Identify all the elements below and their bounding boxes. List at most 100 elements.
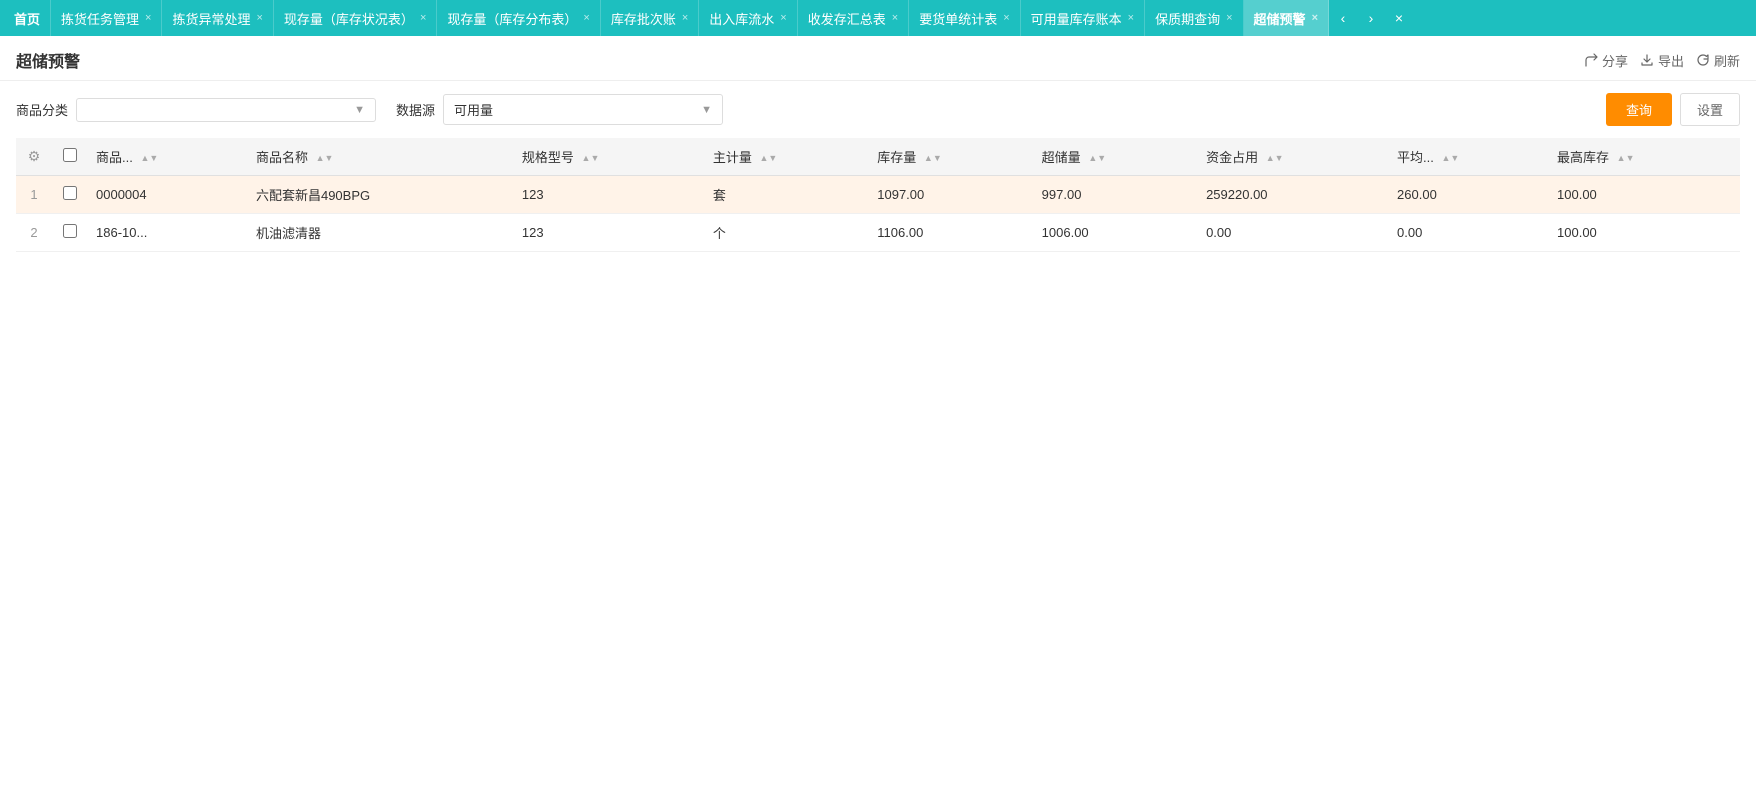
page-header: 超储预警 分享 导出 刷新: [0, 36, 1756, 81]
row-checkbox-cell-1: [52, 214, 88, 252]
nav-tab-abnormal[interactable]: 拣货异常处理 ×: [162, 0, 273, 36]
query-button[interactable]: 查询: [1606, 93, 1672, 126]
row-capital-0: 259220.00: [1198, 176, 1389, 214]
row-num-1: 2: [16, 214, 52, 252]
nav-tab-quality-query-close[interactable]: ×: [1226, 12, 1232, 24]
category-select[interactable]: ▼: [76, 98, 376, 122]
nav-tab-task-mgmt-label: 拣货任务管理: [61, 9, 139, 28]
nav-tab-batch-account-close[interactable]: ×: [682, 12, 688, 24]
nav-tab-inventory-dist-close[interactable]: ×: [583, 12, 589, 24]
nav-tab-abnormal-label: 拣货异常处理: [172, 9, 250, 28]
th-overstock[interactable]: 超储量 ▲▼: [1034, 138, 1198, 176]
row-overstock-1: 1006.00: [1034, 214, 1198, 252]
nav-tab-inventory-dist-label: 现存量（库存分布表）: [447, 9, 577, 28]
row-unit-1: 个: [705, 214, 869, 252]
table-row: 2 186-10... 机油滤清器 123 个 1106.00 1006.00 …: [16, 214, 1740, 252]
sort-arrows-unit: ▲▼: [760, 154, 778, 163]
nav-arrow-left[interactable]: ‹: [1329, 0, 1357, 36]
page-title: 超储预警: [16, 48, 80, 72]
sort-arrows-overstock: ▲▼: [1088, 154, 1106, 163]
sort-arrows-spec: ▲▼: [582, 154, 600, 163]
row-avg-0: 260.00: [1389, 176, 1549, 214]
export-icon: [1640, 53, 1654, 67]
nav-tab-overstock-warning[interactable]: 超储预警 ×: [1244, 0, 1329, 36]
table-container: ⚙ 商品... ▲▼ 商品名称 ▲▼ 规格型号 ▲▼: [0, 138, 1756, 252]
datasource-label: 数据源: [396, 100, 435, 119]
nav-tab-collect-summary[interactable]: 收发存汇总表 ×: [798, 0, 909, 36]
refresh-label: 刷新: [1714, 51, 1740, 70]
overstock-table: ⚙ 商品... ▲▼ 商品名称 ▲▼ 规格型号 ▲▼: [16, 138, 1740, 252]
th-spec[interactable]: 规格型号 ▲▼: [514, 138, 705, 176]
th-product-code[interactable]: 商品... ▲▼: [88, 138, 248, 176]
nav-tab-task-mgmt[interactable]: 拣货任务管理 ×: [51, 0, 162, 36]
th-unit-label: 主计量: [713, 150, 752, 165]
nav-tab-available-account-close[interactable]: ×: [1128, 12, 1134, 24]
row-product-name-0: 六配套新昌490BPG: [248, 176, 514, 214]
nav-tab-abnormal-close[interactable]: ×: [256, 12, 262, 24]
nav-tab-overstock-warning-close[interactable]: ×: [1312, 12, 1318, 24]
th-capital[interactable]: 资金占用 ▲▼: [1198, 138, 1389, 176]
nav-tab-inventory-status-close[interactable]: ×: [420, 12, 426, 24]
nav-tab-inventory-dist[interactable]: 现存量（库存分布表） ×: [437, 0, 600, 36]
settings-button[interactable]: 设置: [1680, 93, 1740, 126]
nav-tab-quality-query-label: 保质期查询: [1155, 9, 1220, 28]
th-capital-label: 资金占用: [1206, 150, 1258, 165]
nav-tab-quality-query[interactable]: 保质期查询 ×: [1145, 0, 1243, 36]
row-product-code-0: 0000004: [88, 176, 248, 214]
row-avg-1: 0.00: [1389, 214, 1549, 252]
nav-tab-task-mgmt-close[interactable]: ×: [145, 12, 151, 24]
table-gear-icon[interactable]: ⚙: [28, 148, 41, 164]
datasource-select[interactable]: 可用量 ▼: [443, 94, 723, 125]
top-nav: 首页 拣货任务管理 × 拣货异常处理 × 现存量（库存状况表） × 现存量（库存…: [0, 0, 1756, 36]
nav-arrow-more[interactable]: ×: [1385, 0, 1413, 36]
th-product-name[interactable]: 商品名称 ▲▼: [248, 138, 514, 176]
export-label: 导出: [1658, 51, 1684, 70]
th-overstock-label: 超储量: [1042, 150, 1081, 165]
sort-arrows-max-stock: ▲▼: [1617, 154, 1635, 163]
nav-tab-order-stat-close[interactable]: ×: [1003, 12, 1009, 24]
nav-tab-collect-summary-close[interactable]: ×: [892, 12, 898, 24]
th-max-stock[interactable]: 最高库存 ▲▼: [1549, 138, 1740, 176]
datasource-filter-item: 数据源 可用量 ▼: [396, 94, 723, 125]
sort-arrows-avg: ▲▼: [1442, 154, 1460, 163]
th-unit[interactable]: 主计量 ▲▼: [705, 138, 869, 176]
row-max-stock-1: 100.00: [1549, 214, 1740, 252]
category-filter-item: 商品分类 ▼: [16, 98, 376, 122]
row-checkbox-cell-0: [52, 176, 88, 214]
nav-arrow-right[interactable]: ›: [1357, 0, 1385, 36]
select-all-checkbox[interactable]: [63, 148, 77, 162]
nav-tab-order-stat[interactable]: 要货单统计表 ×: [909, 0, 1020, 36]
nav-tab-home-label: 首页: [14, 9, 40, 28]
datasource-select-value: 可用量: [454, 100, 493, 119]
refresh-button[interactable]: 刷新: [1696, 51, 1740, 70]
table-header-row: ⚙ 商品... ▲▼ 商品名称 ▲▼ 规格型号 ▲▼: [16, 138, 1740, 176]
nav-tab-in-out-flow[interactable]: 出入库流水 ×: [699, 0, 797, 36]
table-row: 1 0000004 六配套新昌490BPG 123 套 1097.00 997.…: [16, 176, 1740, 214]
th-avg-label: 平均...: [1397, 150, 1434, 165]
export-button[interactable]: 导出: [1640, 51, 1684, 70]
refresh-icon: [1696, 53, 1710, 67]
nav-tab-in-out-flow-close[interactable]: ×: [780, 12, 786, 24]
nav-tab-batch-account-label: 库存批次账: [611, 9, 676, 28]
row-checkbox-0[interactable]: [63, 186, 77, 200]
nav-tab-overstock-warning-label: 超储预警: [1254, 9, 1306, 28]
row-inventory-1: 1106.00: [869, 214, 1033, 252]
nav-tab-available-account[interactable]: 可用量库存账本 ×: [1021, 0, 1145, 36]
row-unit-0: 套: [705, 176, 869, 214]
th-max-stock-label: 最高库存: [1557, 150, 1609, 165]
sort-arrows-product-code: ▲▼: [140, 154, 158, 163]
share-button[interactable]: 分享: [1584, 51, 1628, 70]
row-checkbox-1[interactable]: [63, 224, 77, 238]
th-inventory[interactable]: 库存量 ▲▼: [869, 138, 1033, 176]
share-icon: [1584, 53, 1598, 67]
row-inventory-0: 1097.00: [869, 176, 1033, 214]
nav-tab-home[interactable]: 首页: [4, 0, 51, 36]
nav-tab-inventory-status[interactable]: 现存量（库存状况表） ×: [274, 0, 437, 36]
th-settings: ⚙: [16, 138, 52, 176]
sort-arrows-product-name: ▲▼: [316, 154, 334, 163]
th-avg[interactable]: 平均... ▲▼: [1389, 138, 1549, 176]
chevron-down-icon-2: ▼: [701, 104, 712, 116]
nav-tab-batch-account[interactable]: 库存批次账 ×: [601, 0, 699, 36]
nav-tab-collect-summary-label: 收发存汇总表: [808, 9, 886, 28]
row-max-stock-0: 100.00: [1549, 176, 1740, 214]
